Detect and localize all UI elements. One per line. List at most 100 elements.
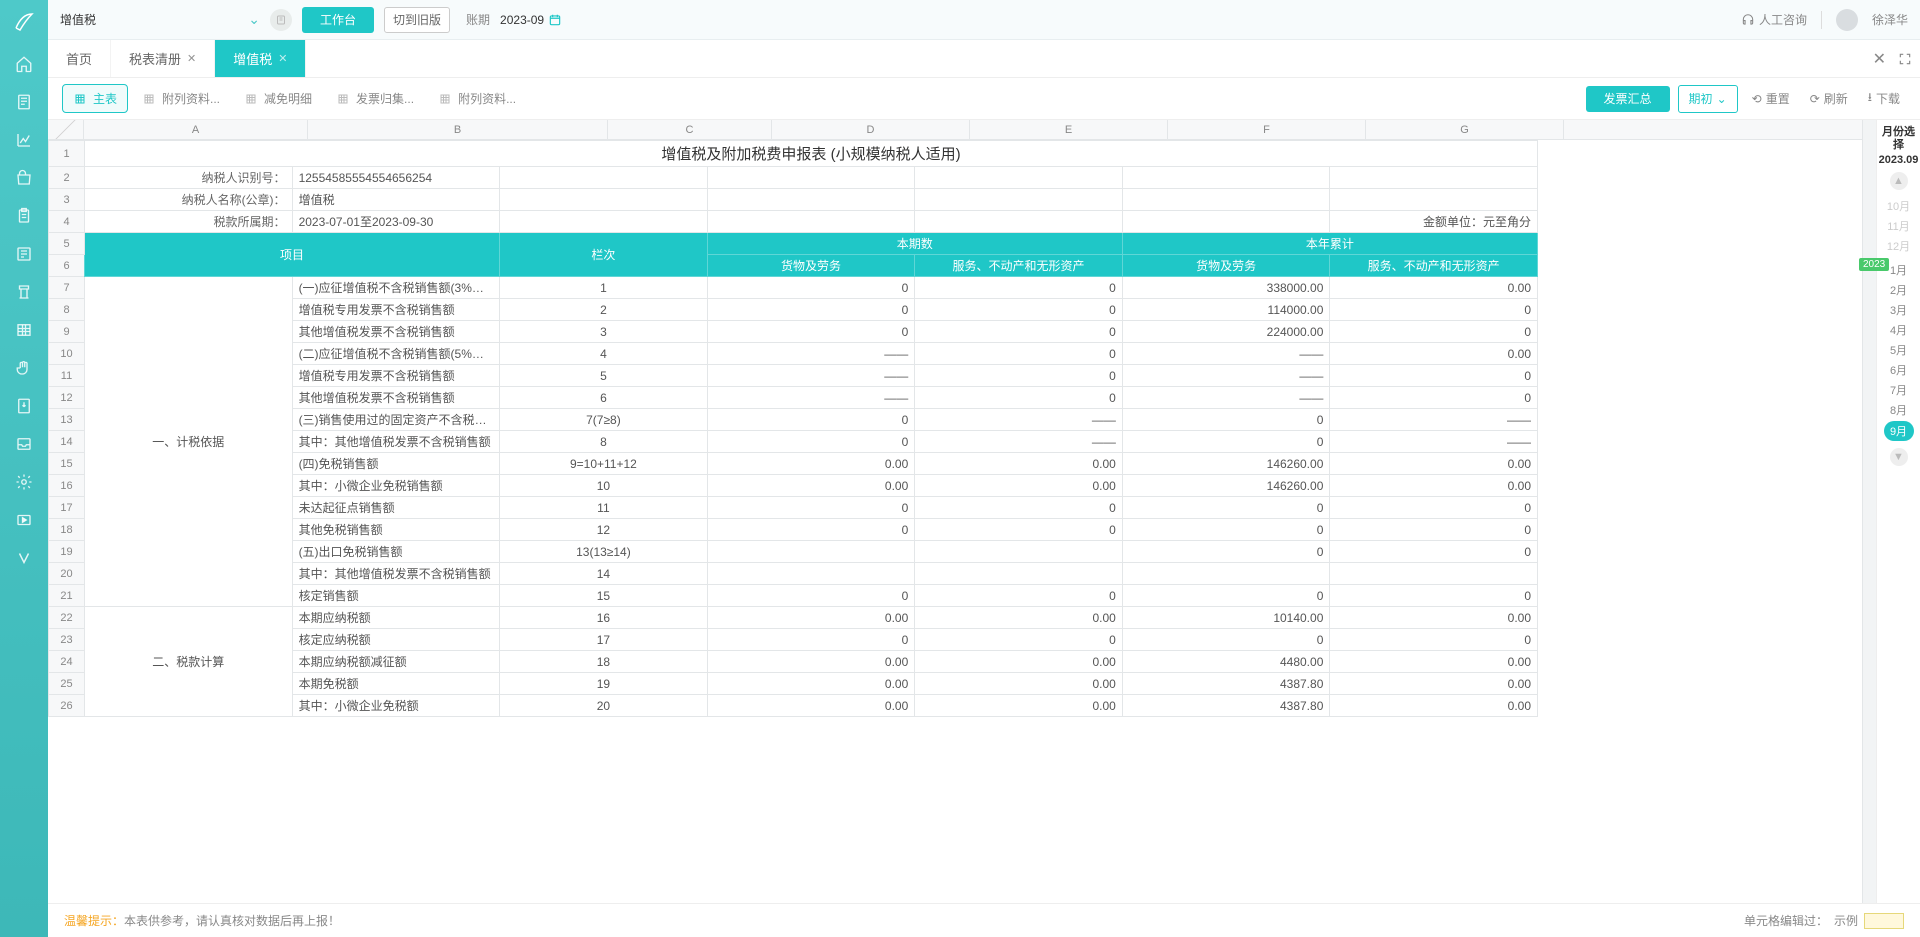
cell[interactable] — [1122, 563, 1330, 585]
tab-税表清册[interactable]: 税表清册✕ — [111, 40, 215, 77]
cell[interactable]: 0.00 — [707, 673, 915, 695]
cell[interactable] — [707, 541, 915, 563]
cell[interactable]: 0.00 — [1330, 607, 1538, 629]
subtab-发票归集...[interactable]: 发票归集... — [326, 84, 424, 113]
cell[interactable]: 本期应纳税额减征额 — [292, 651, 500, 673]
cell[interactable]: 项目 — [85, 233, 500, 277]
nav-clipboard-icon[interactable] — [14, 206, 34, 226]
row-header[interactable]: 7 — [49, 277, 85, 299]
cell[interactable]: 本年累计 — [1122, 233, 1537, 255]
cell[interactable]: 0 — [1122, 409, 1330, 431]
cell[interactable]: 增值税专用发票不含税销售额 — [292, 299, 500, 321]
support-link[interactable]: 人工咨询 — [1741, 11, 1807, 28]
cell[interactable]: 17 — [500, 629, 708, 651]
cell[interactable]: 其中：其他增值税发票不含税销售额 — [292, 431, 500, 453]
month-item[interactable]: 12月 — [1887, 236, 1910, 256]
row-header[interactable]: 24 — [49, 651, 85, 673]
cell[interactable]: 0 — [915, 343, 1123, 365]
row-header[interactable]: 25 — [49, 673, 85, 695]
cell[interactable]: 增值税专用发票不含税销售额 — [292, 365, 500, 387]
cell[interactable]: 0.00 — [1330, 453, 1538, 475]
nav-video-icon[interactable] — [14, 510, 34, 530]
cell[interactable]: 0.00 — [1330, 343, 1538, 365]
cell[interactable]: 114000.00 — [1122, 299, 1330, 321]
cell[interactable]: 0 — [1122, 629, 1330, 651]
nav-v-icon[interactable] — [14, 548, 34, 568]
tabs-close-all-icon[interactable]: ✕ — [1873, 49, 1886, 69]
cell[interactable] — [707, 211, 915, 233]
cell[interactable]: 0 — [1330, 365, 1538, 387]
row-header[interactable]: 14 — [49, 431, 85, 453]
cell[interactable]: 146260.00 — [1122, 475, 1330, 497]
cell[interactable]: 0 — [1122, 519, 1330, 541]
cell[interactable]: 11 — [500, 497, 708, 519]
cell[interactable]: 10 — [500, 475, 708, 497]
cell[interactable] — [1122, 167, 1330, 189]
cell[interactable]: —— — [1330, 431, 1538, 453]
cell[interactable]: 0.00 — [707, 453, 915, 475]
cell[interactable]: 0.00 — [915, 453, 1123, 475]
sheet-corner[interactable] — [48, 120, 84, 139]
cell[interactable] — [915, 211, 1123, 233]
cell[interactable]: 4 — [500, 343, 708, 365]
cell[interactable]: 0 — [707, 321, 915, 343]
nav-chart-icon[interactable] — [14, 130, 34, 150]
row-header[interactable]: 13 — [49, 409, 85, 431]
cell[interactable]: 0.00 — [707, 607, 915, 629]
month-item[interactable]: 2月 — [1877, 280, 1920, 300]
cell[interactable]: 20 — [500, 695, 708, 717]
invoice-summary-button[interactable]: 发票汇总 — [1586, 86, 1670, 112]
cell[interactable]: —— — [1122, 387, 1330, 409]
cell[interactable]: —— — [707, 387, 915, 409]
cell[interactable]: 增值税及附加税费申报表 (小规模纳税人适用) — [85, 141, 1538, 167]
row-header[interactable]: 12 — [49, 387, 85, 409]
user-avatar[interactable] — [1836, 9, 1858, 31]
nav-hand-icon[interactable] — [14, 358, 34, 378]
col-header-F[interactable]: F — [1168, 120, 1366, 139]
cell[interactable]: 二、税款计算 — [85, 607, 293, 717]
col-header-E[interactable]: E — [970, 120, 1168, 139]
row-header[interactable]: 20 — [49, 563, 85, 585]
workbench-button[interactable]: 工作台 — [302, 7, 374, 33]
cell[interactable]: 本期免税额 — [292, 673, 500, 695]
period-picker[interactable]: 2023-09 — [500, 13, 562, 27]
cell[interactable]: 1 — [500, 277, 708, 299]
cell[interactable]: 0.00 — [1330, 651, 1538, 673]
close-icon[interactable]: ✕ — [187, 52, 196, 65]
cell[interactable]: 8 — [500, 431, 708, 453]
cell[interactable]: 0 — [1330, 387, 1538, 409]
company-selector[interactable]: 增值税 ⌄ — [60, 11, 260, 28]
close-icon[interactable]: ✕ — [278, 52, 287, 65]
cell[interactable]: 0 — [1330, 321, 1538, 343]
subtab-减免明细[interactable]: 减免明细 — [234, 84, 322, 113]
cell[interactable]: 0 — [707, 409, 915, 431]
cell[interactable]: 0.00 — [915, 475, 1123, 497]
nav-table-icon[interactable] — [14, 320, 34, 340]
cell[interactable]: 0.00 — [915, 695, 1123, 717]
month-item[interactable]: 9月 — [1884, 421, 1914, 441]
subtab-附列资料...[interactable]: 附列资料... — [132, 84, 230, 113]
month-item[interactable]: 10月 — [1887, 196, 1910, 216]
cell[interactable]: 货物及劳务 — [707, 255, 915, 277]
cell[interactable]: 0 — [707, 497, 915, 519]
cell[interactable]: 0 — [915, 321, 1123, 343]
row-header[interactable]: 11 — [49, 365, 85, 387]
cell[interactable]: 0 — [1330, 497, 1538, 519]
cell[interactable]: 核定销售额 — [292, 585, 500, 607]
cell[interactable]: —— — [915, 409, 1123, 431]
cell[interactable]: 0 — [1330, 299, 1538, 321]
cell[interactable]: 19 — [500, 673, 708, 695]
cell[interactable]: 本期数 — [707, 233, 1122, 255]
month-item[interactable]: 6月 — [1877, 360, 1920, 380]
month-next-button[interactable]: ▼ — [1890, 448, 1908, 466]
cell[interactable]: 其他增值税发票不含税销售额 — [292, 321, 500, 343]
cell[interactable]: 2 — [500, 299, 708, 321]
cell[interactable]: 0 — [1330, 629, 1538, 651]
row-header[interactable]: 5 — [49, 233, 85, 255]
cell[interactable]: 0.00 — [1330, 695, 1538, 717]
cell[interactable]: 3 — [500, 321, 708, 343]
cell[interactable]: 4387.80 — [1122, 673, 1330, 695]
cell[interactable]: 服务、不动产和无形资产 — [1330, 255, 1538, 277]
cell[interactable]: 14 — [500, 563, 708, 585]
cell[interactable] — [915, 167, 1123, 189]
